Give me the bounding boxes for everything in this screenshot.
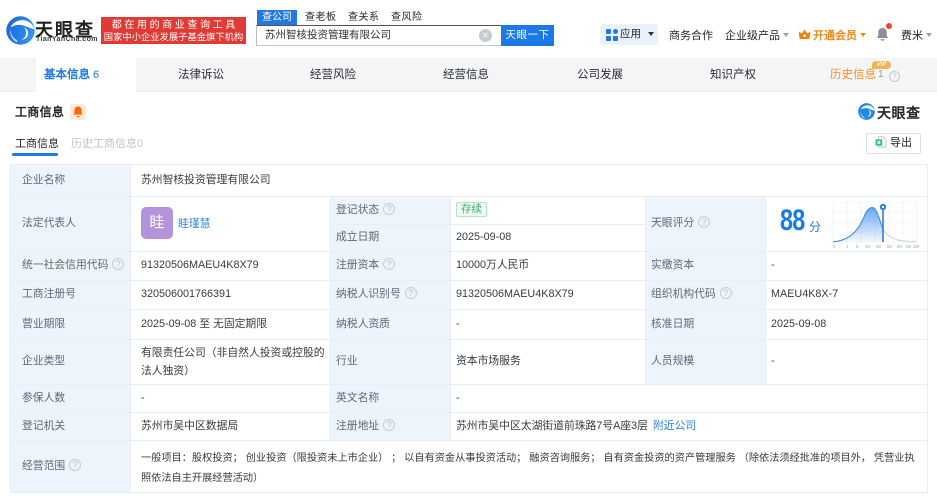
svg-text:30: 30 xyxy=(876,244,881,249)
svg-text:100: 100 xyxy=(913,244,919,249)
svg-text:1: 1 xyxy=(846,244,849,249)
svg-text:60: 60 xyxy=(887,244,892,249)
svg-text:10: 10 xyxy=(865,244,870,249)
svg-text:80: 80 xyxy=(897,244,902,249)
svg-text:95: 95 xyxy=(906,244,911,249)
svg-text:0: 0 xyxy=(833,244,836,249)
svg-text:5: 5 xyxy=(856,244,859,249)
